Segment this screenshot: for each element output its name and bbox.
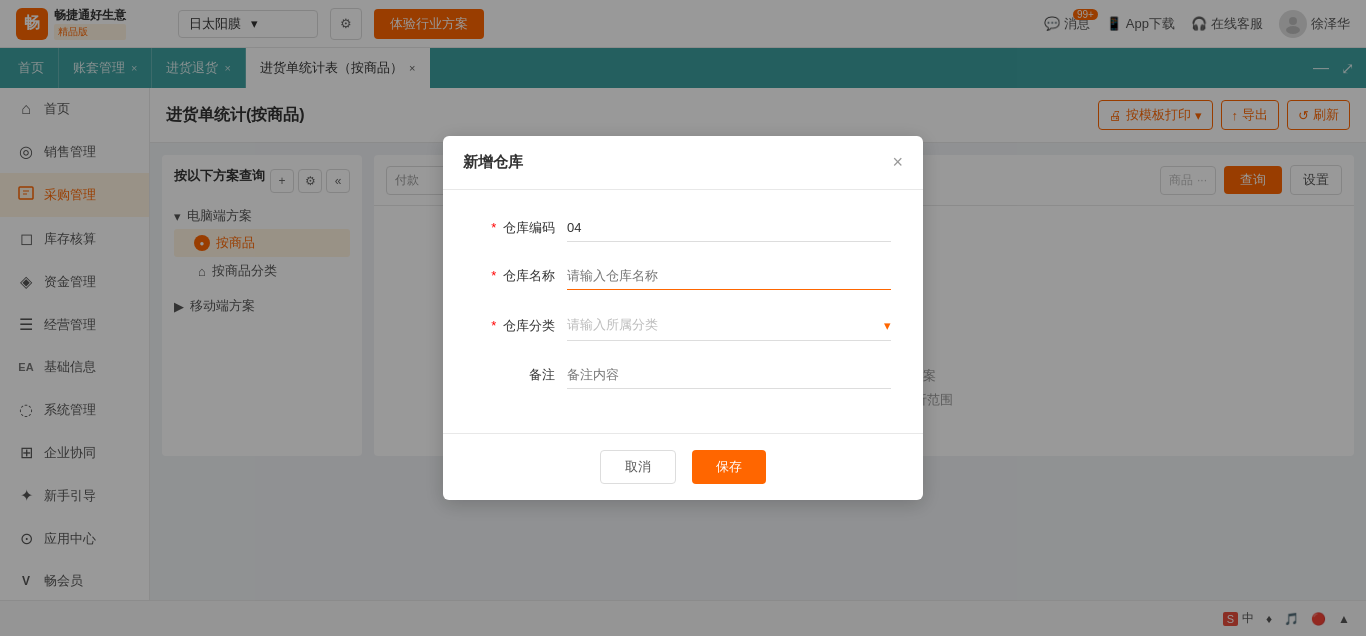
- save-button[interactable]: 保存: [692, 450, 766, 484]
- category-select[interactable]: 请输入所属分类 ▾: [567, 310, 891, 341]
- modal-overlay[interactable]: 新增仓库 × * 仓库编码 * 仓库名称: [0, 0, 1366, 636]
- modal-new-warehouse: 新增仓库 × * 仓库编码 * 仓库名称: [443, 136, 923, 500]
- remark-label: 备注: [475, 366, 555, 384]
- remark-input[interactable]: [567, 361, 891, 389]
- name-input[interactable]: [567, 262, 891, 290]
- form-row-code: * 仓库编码: [475, 214, 891, 242]
- code-label: * 仓库编码: [475, 219, 555, 237]
- form-row-category: * 仓库分类 请输入所属分类 ▾: [475, 310, 891, 341]
- modal-close-button[interactable]: ×: [892, 152, 903, 173]
- modal-body: * 仓库编码 * 仓库名称 * 仓库分类 请输入所属: [443, 190, 923, 433]
- modal-footer: 取消 保存: [443, 433, 923, 500]
- modal-title: 新增仓库: [463, 153, 523, 172]
- modal-header: 新增仓库 ×: [443, 136, 923, 190]
- form-row-name: * 仓库名称: [475, 262, 891, 290]
- form-row-remark: 备注: [475, 361, 891, 389]
- cancel-button[interactable]: 取消: [600, 450, 676, 484]
- name-label: * 仓库名称: [475, 267, 555, 285]
- category-dropdown-icon: ▾: [884, 318, 891, 333]
- category-label: * 仓库分类: [475, 317, 555, 335]
- code-input[interactable]: [567, 214, 891, 242]
